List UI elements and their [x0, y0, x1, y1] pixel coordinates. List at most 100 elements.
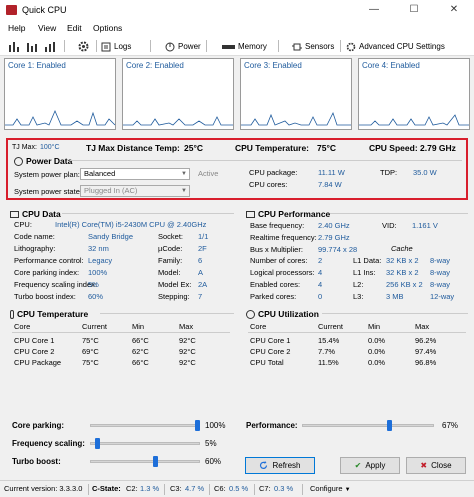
cpu-data-value: 32 nm: [88, 244, 109, 253]
cpu-data-label: Performance control:: [14, 256, 84, 265]
turbo-boost-label: Turbo boost:: [12, 457, 61, 466]
core-info-label: Enabled cores:: [250, 280, 301, 289]
core-graph-3: Core 3: Enabled: [240, 58, 352, 130]
cpu-name-label: CPU:: [14, 220, 32, 229]
gear-icon[interactable]: [78, 40, 89, 53]
table-cell: 0.0%: [368, 358, 386, 367]
close-window-button[interactable]: ✕: [434, 0, 474, 20]
frequency-scaling-track[interactable]: [90, 442, 200, 445]
memory-button[interactable]: Memory: [222, 40, 267, 53]
table-row-label: CPU Package: [14, 358, 62, 367]
maximize-button[interactable]: ☐: [394, 0, 434, 20]
turbo-boost-value: 60%: [205, 457, 222, 466]
cache-value: 256 KB x 2: [386, 280, 423, 289]
power-plan-select[interactable]: Balanced ▼: [80, 168, 190, 180]
menu-options[interactable]: Options: [93, 23, 122, 33]
checkmark-icon: ✔: [354, 461, 362, 470]
table-row-label: CPU Core 1: [14, 336, 55, 345]
chevron-down-icon: ▼: [344, 487, 351, 493]
cpu-data-label-2: Socket:: [158, 232, 184, 241]
table-cell: 96.2%: [415, 336, 437, 345]
power-state-select[interactable]: Plugged In (AC) ▼: [80, 185, 190, 197]
cpu-data-label: Core parking index:: [14, 268, 80, 277]
power-data-title: Power Data: [14, 156, 72, 166]
core-parking-slider[interactable]: [195, 420, 200, 431]
core-3-label: Core 3: Enabled: [244, 61, 302, 70]
tjmax-value: 100°C: [40, 144, 60, 151]
c7-value: 0.3 %: [274, 484, 294, 493]
table-cell: 75°C: [82, 358, 99, 367]
cache-title: Cache: [391, 244, 413, 253]
core-parking-track[interactable]: [90, 424, 200, 427]
minimize-button[interactable]: —: [354, 0, 394, 20]
c6-label: C6:: [214, 484, 226, 493]
bar-chart-1-icon[interactable]: [8, 40, 20, 53]
sensors-icon: [292, 43, 302, 50]
menu-edit[interactable]: Edit: [67, 23, 82, 33]
cpu-data-value-2: 2F: [198, 244, 207, 253]
tdp-label: TDP:: [380, 168, 398, 177]
cpu-data-value-2: 1/1: [198, 232, 209, 241]
menu-view[interactable]: View: [38, 23, 56, 33]
cache-ways: 8-way: [430, 280, 451, 289]
core-graph-4: Core 4: Enabled: [358, 58, 470, 130]
cpu-cores-power-label: CPU cores:: [249, 180, 288, 189]
turbo-boost-slider[interactable]: [153, 456, 158, 467]
cpu-package-value: 11.11 W: [318, 168, 345, 177]
table-cell: 66°C: [132, 336, 149, 345]
cache-value: 3 MB: [386, 292, 404, 301]
frequency-scaling-slider[interactable]: [95, 438, 101, 449]
cpu-perf-label-2: VID:: [382, 221, 397, 230]
toolbar: Logs Power Memory Sensors Advanced CPU S…: [0, 36, 474, 56]
bar-chart-2-icon[interactable]: [26, 40, 38, 53]
tdp-value: 35.0 W: [413, 168, 437, 177]
table-header: Core: [14, 322, 31, 331]
refresh-button[interactable]: Refresh: [245, 457, 315, 474]
logs-icon: [101, 42, 111, 51]
bar-chart-3-icon[interactable]: [44, 40, 56, 53]
table-cell: 75°C: [82, 336, 99, 345]
settings-gear-icon: [346, 42, 356, 51]
cache-label: L2:: [353, 280, 364, 289]
cpu-data-label: Frequency scaling index:: [14, 280, 97, 289]
core-4-label: Core 4: Enabled: [362, 61, 420, 70]
thermometer-icon: [10, 309, 14, 319]
turbo-boost-track[interactable]: [90, 460, 200, 463]
cache-ways: 8-way: [430, 256, 451, 265]
power-plan-label: System power plan:: [14, 170, 80, 179]
refresh-icon: [260, 461, 268, 469]
cpu-data-label: Code name:: [14, 232, 55, 241]
sensors-button[interactable]: Sensors: [292, 40, 334, 53]
logs-button[interactable]: Logs: [101, 40, 131, 53]
menu-help[interactable]: Help: [8, 23, 25, 33]
cache-ways: 12-way: [430, 292, 455, 301]
configure-menu[interactable]: Configure ▼: [310, 484, 351, 493]
cpu-data-label-2: Model Ex:: [158, 280, 192, 289]
frequency-scaling-value: 5%: [205, 439, 217, 448]
core-1-label: Core 1: Enabled: [8, 61, 66, 70]
cstate-label: C-State:: [92, 484, 121, 493]
power-state-label: System power state:: [14, 187, 82, 196]
cpu-data-value: 60%: [88, 292, 104, 301]
cpu-data-label: Turbo boost index:: [14, 292, 76, 301]
c2-value: 1.3 %: [140, 484, 160, 493]
tjmax-label: TJ Max:: [12, 144, 37, 151]
power-button[interactable]: Power: [165, 40, 201, 53]
window-title: Quick CPU: [22, 5, 67, 15]
close-button[interactable]: ✖ Close: [406, 457, 466, 474]
menu-bar: Help View Edit Options: [0, 20, 474, 36]
core-info-label: Logical processors:: [250, 268, 315, 277]
table-row-label: CPU Core 2: [14, 347, 55, 356]
table-cell: 66°C: [132, 358, 149, 367]
apply-button[interactable]: ✔ Apply: [340, 457, 400, 474]
advanced-cpu-settings-button[interactable]: Advanced CPU Settings: [346, 40, 445, 53]
performance-track[interactable]: [302, 424, 434, 427]
core-info-value: 0: [318, 292, 323, 301]
cache-label: L1 Ins:: [353, 268, 376, 277]
table-header: Current: [82, 322, 108, 331]
cpu-chip-icon: [246, 210, 255, 218]
cpu-temperature-title: CPU Temperature: [10, 309, 88, 319]
cpu-speed-value: 2.79 GHz: [420, 143, 456, 153]
c2-label: C2:: [126, 484, 138, 493]
performance-slider[interactable]: [387, 420, 393, 431]
